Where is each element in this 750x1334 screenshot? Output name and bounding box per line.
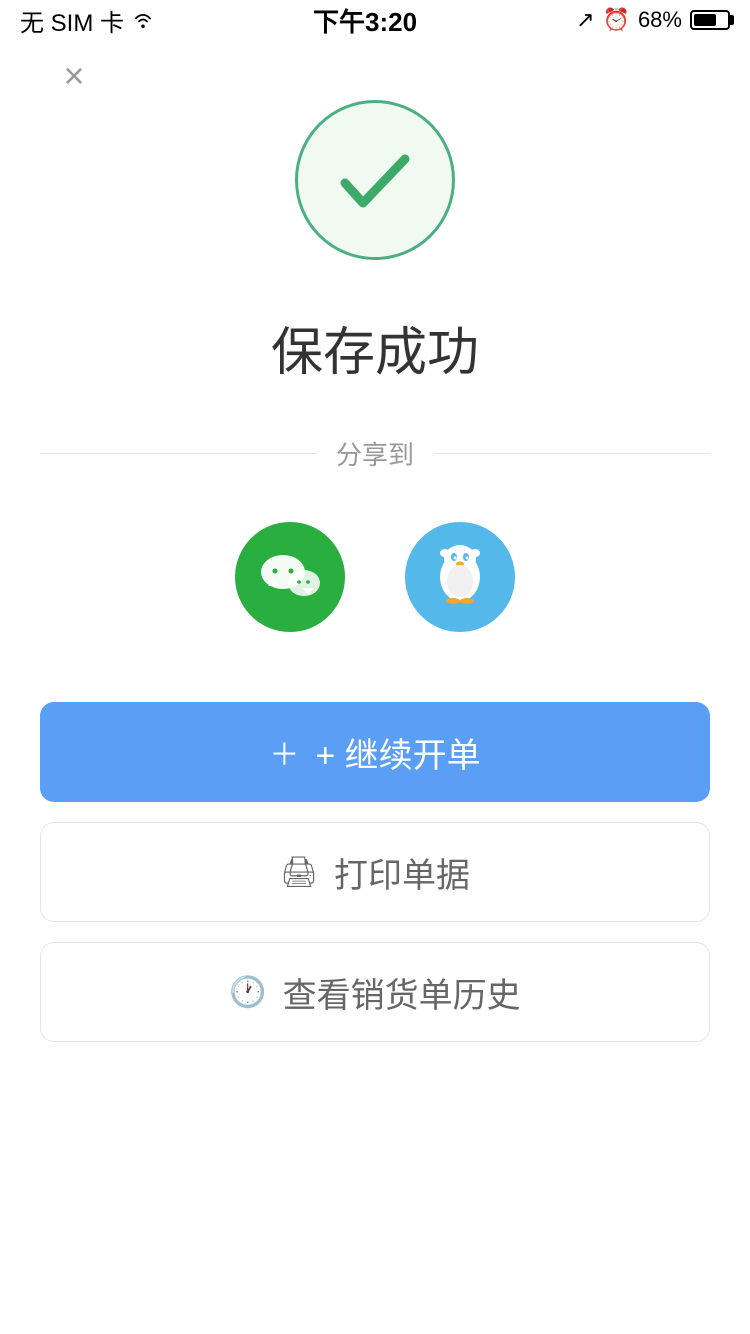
sim-label: 无 SIM 卡 [20,3,124,38]
wechat-icon [258,550,323,605]
history-button[interactable]: 🕐 查看销货单历史 [40,942,710,1042]
share-divider: 分享到 [40,435,710,472]
history-label: 查看销货单历史 [283,968,521,1017]
status-time: 下午3:20 [313,2,417,39]
battery-icon [690,10,730,30]
checkmark-icon [335,145,415,215]
qq-share-button[interactable] [405,522,515,632]
success-icon-circle [295,100,455,260]
print-button[interactable]: 🖨 打印单据 [40,822,710,922]
divider-right [434,453,710,454]
battery-percent: 68% [638,7,682,33]
wifi-icon [132,12,154,28]
status-bar: 无 SIM 卡 下午3:20 ↗ ⏰ 68% [0,0,750,40]
status-right: ↗ ⏰ 68% [576,7,730,33]
clock-icon: 🕐 [229,975,266,1010]
success-title: 保存成功 [271,310,479,385]
plus-icon: ＋ [269,730,299,774]
share-label: 分享到 [336,435,414,472]
print-label: 打印单据 [334,848,470,897]
divider-left [40,453,316,454]
continue-button[interactable]: ＋ + 继续开单 [40,702,710,802]
alarm-icon: ⏰ [603,7,630,33]
qq-icon [431,543,489,611]
location-icon: ↗ [576,7,594,33]
close-icon: × [63,58,84,94]
share-icons-container [235,522,515,632]
wechat-share-button[interactable] [235,522,345,632]
continue-label: + 继续开单 [315,728,480,777]
close-button[interactable]: × [50,52,98,100]
main-content: 保存成功 分享到 [0,40,750,1082]
action-buttons: ＋ + 继续开单 🖨 打印单据 🕐 查看销货单历史 [40,702,710,1042]
status-left: 无 SIM 卡 [20,3,154,38]
printer-icon: 🖨 [280,855,318,890]
